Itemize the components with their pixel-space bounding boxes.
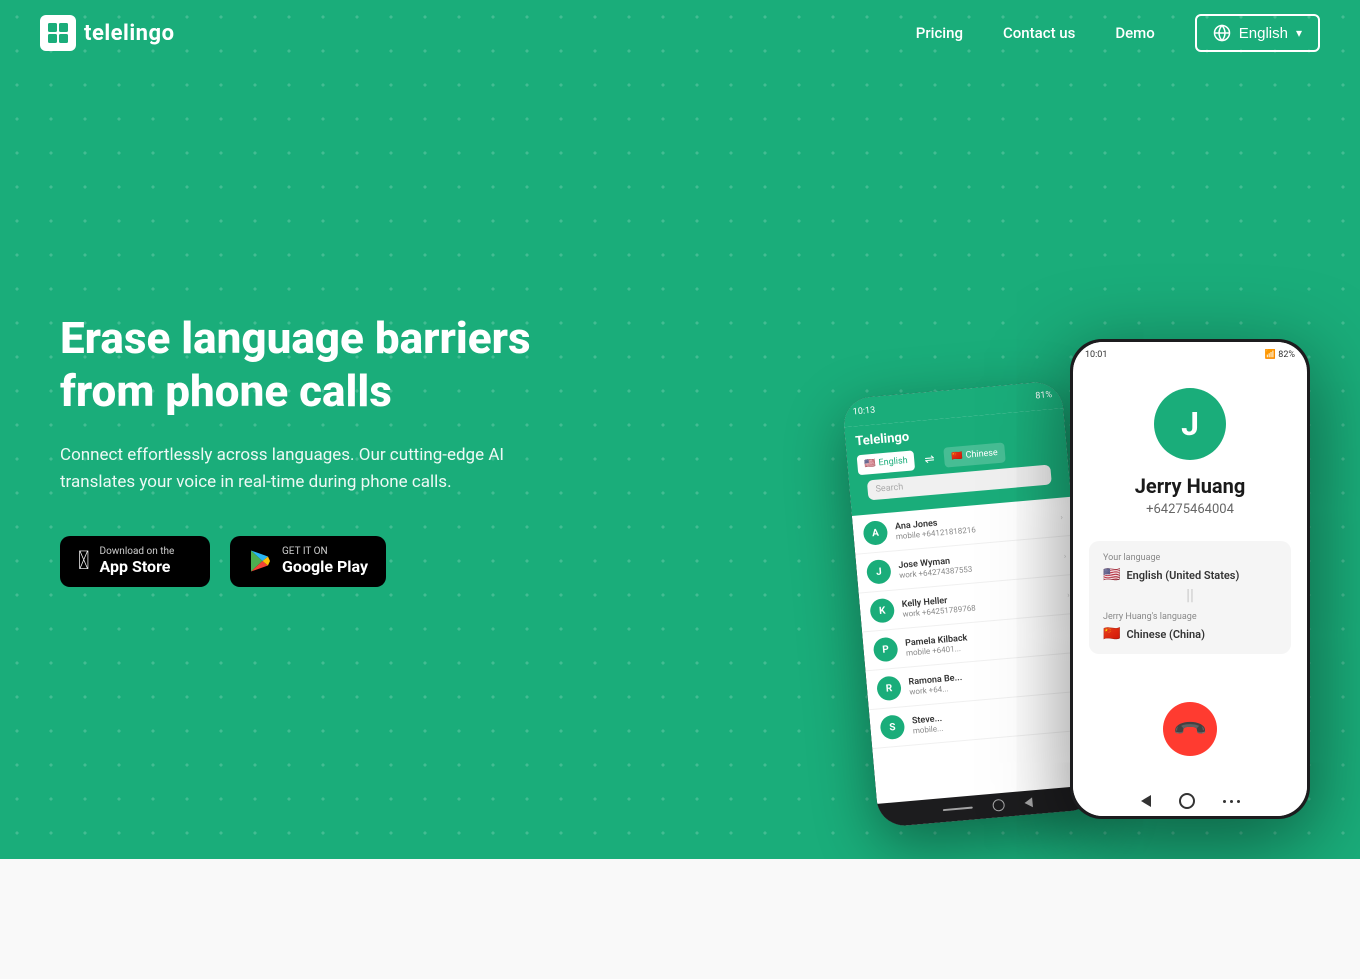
googleplay-text: GET IT ON Google Play xyxy=(282,546,368,576)
nav-links: Pricing Contact us Demo English ▾ xyxy=(916,14,1320,52)
phone-front-nav xyxy=(1073,786,1307,816)
googleplay-button[interactable]: GET IT ON Google Play xyxy=(230,536,386,586)
separator: || xyxy=(1103,585,1277,604)
home-icon xyxy=(1179,793,1195,809)
contact-name-front: Jerry Huang xyxy=(1135,474,1246,498)
hero-title: Erase language barriers from phone calls xyxy=(60,312,540,418)
contact-avatar-front: J xyxy=(1154,388,1226,460)
nav-home-icon xyxy=(992,799,1005,812)
your-lang-tag: 🇺🇸 English xyxy=(857,450,916,475)
swap-icon: ⇌ xyxy=(918,448,942,470)
your-lang-value: 🇺🇸 English (United States) xyxy=(1103,567,1277,583)
end-call-button[interactable]: 📞 xyxy=(1163,702,1217,756)
phone-contacts: A Ana Jones mobile +64121818216 › J Jose… xyxy=(852,497,1092,749)
their-lang-value: 🇨🇳 Chinese (China) xyxy=(1103,626,1277,642)
nav-link-demo[interactable]: Demo xyxy=(1115,24,1154,42)
hero-section: Erase language barriers from phone calls… xyxy=(0,0,1360,859)
apple-icon:  xyxy=(78,548,90,574)
logo-text: telelingo xyxy=(84,21,175,46)
phone-front-statusbar: 10:01 📶 82% xyxy=(1073,342,1307,368)
nav-back-icon xyxy=(1024,797,1033,808)
googleplay-icon xyxy=(248,549,272,573)
language-label: English xyxy=(1239,25,1288,42)
recents-icon xyxy=(1223,800,1240,803)
hero-subtitle: Connect effortlessly across languages. O… xyxy=(60,442,540,496)
lang-info-section: Your language 🇺🇸 English (United States)… xyxy=(1089,541,1291,654)
navbar: telelingo Pricing Contact us Demo Englis… xyxy=(0,0,1360,66)
phone-back-screen: 10:13 81% Telelingo 🇺🇸 English ⇌ 🇨🇳 Chin xyxy=(842,380,1099,828)
appstore-text: Download on the App Store xyxy=(100,546,175,576)
end-call-icon: 📞 xyxy=(1171,710,1208,747)
phone-back-mockup: 10:13 81% Telelingo 🇺🇸 English ⇌ 🇨🇳 Chin xyxy=(842,380,1099,828)
phones-mockup: 10:13 81% Telelingo 🇺🇸 English ⇌ 🇨🇳 Chin xyxy=(840,80,1360,859)
back-icon xyxy=(1141,795,1151,807)
language-selector[interactable]: English ▾ xyxy=(1195,14,1320,52)
receiver-lang-tag: 🇨🇳 Chinese xyxy=(944,442,1006,467)
logo[interactable]: telelingo xyxy=(40,15,175,51)
phone-front-screen: 10:01 📶 82% J Jerry Huang +64275464004 Y… xyxy=(1073,342,1307,816)
phone-front-content: J Jerry Huang +64275464004 Your language… xyxy=(1073,368,1307,786)
logo-icon xyxy=(40,15,76,51)
hero-content: Erase language barriers from phone calls… xyxy=(0,212,600,646)
globe-icon xyxy=(1213,24,1231,42)
contact-number-front: +64275464004 xyxy=(1146,502,1234,517)
nav-bar-icon xyxy=(943,807,973,812)
appstore-button[interactable]:  Download on the App Store xyxy=(60,536,210,586)
phone-front-mockup: 10:01 📶 82% J Jerry Huang +64275464004 Y… xyxy=(1070,339,1310,819)
nav-link-contact[interactable]: Contact us xyxy=(1003,24,1075,42)
chevron-down-icon: ▾ xyxy=(1296,26,1302,40)
below-fold xyxy=(0,859,1360,979)
store-buttons:  Download on the App Store GE xyxy=(60,536,540,586)
nav-link-pricing[interactable]: Pricing xyxy=(916,24,963,42)
